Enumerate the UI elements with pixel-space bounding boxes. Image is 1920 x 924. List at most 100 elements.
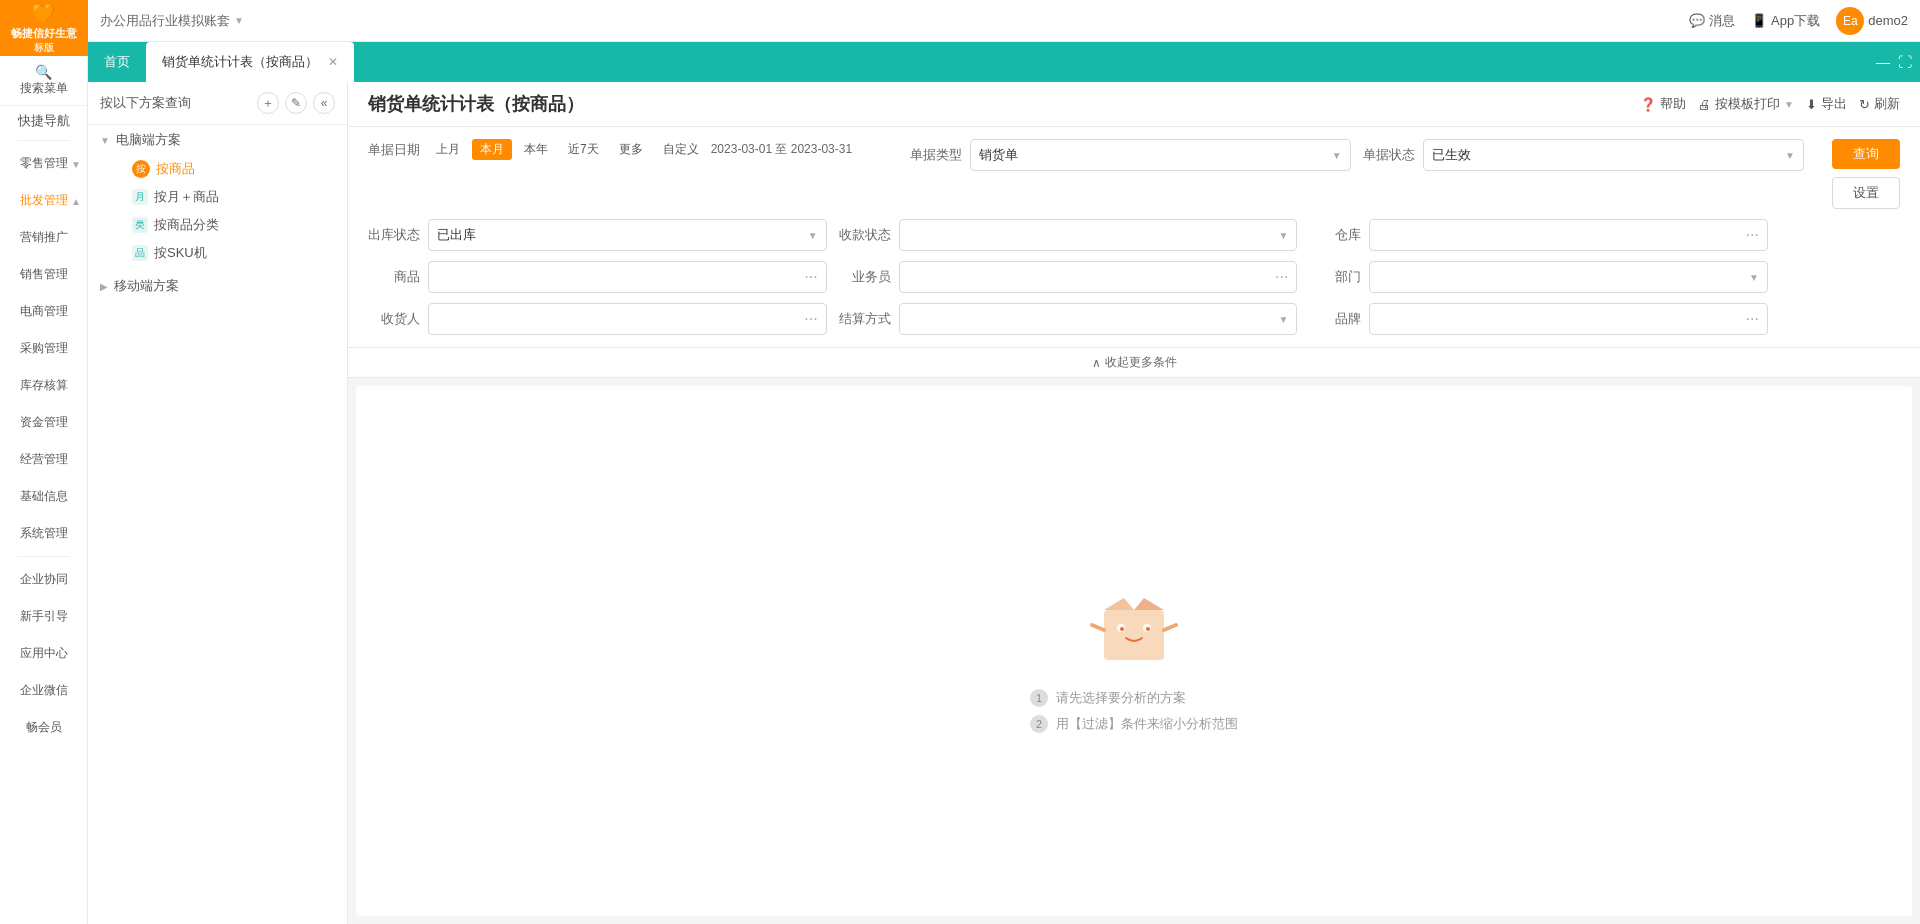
marketing-label: 营销推广 bbox=[0, 229, 87, 246]
product-label: 商品 bbox=[368, 268, 420, 286]
tab-sales-label: 销货单统计计表（按商品） bbox=[162, 53, 318, 71]
industry-selector[interactable]: 办公用品行业模拟账套 ▼ bbox=[100, 12, 244, 30]
collapse-panel-btn[interactable]: « bbox=[313, 92, 335, 114]
ecommerce-label: 电商管理 bbox=[0, 303, 87, 320]
month-scheme-icon: 月 bbox=[132, 189, 148, 205]
expand-icon: ▼ bbox=[100, 135, 110, 146]
collapse-up-icon: ∧ bbox=[1092, 356, 1101, 370]
svg-rect-0 bbox=[1104, 610, 1164, 660]
edit-scheme-btn[interactable]: ✎ bbox=[285, 92, 307, 114]
sidebar-item-sales[interactable]: 销售管理 bbox=[0, 256, 87, 293]
dept-control[interactable]: ▼ bbox=[1369, 261, 1768, 293]
tree-item-by-product[interactable]: 按 按商品 bbox=[104, 155, 347, 183]
mobile-expand-icon: ▶ bbox=[100, 281, 108, 292]
user-profile[interactable]: Ea demo2 bbox=[1836, 7, 1908, 35]
date-tab-7days[interactable]: 近7天 bbox=[560, 139, 607, 160]
tab-minimize-icon[interactable]: — bbox=[1876, 54, 1890, 70]
topbar-right: 💬 消息 📱 App下载 Ea demo2 bbox=[1689, 7, 1908, 35]
download-app-btn[interactable]: 📱 App下载 bbox=[1751, 12, 1820, 30]
sidebar-item-wechat[interactable]: 企业微信 bbox=[0, 672, 87, 709]
date-tab-this-year[interactable]: 本年 bbox=[516, 139, 556, 160]
by-category-label: 按商品分类 bbox=[154, 216, 219, 234]
svg-line-5 bbox=[1092, 625, 1104, 630]
settings-btn[interactable]: 设置 bbox=[1832, 177, 1900, 209]
sidebar-item-guide[interactable]: 新手引导 bbox=[0, 598, 87, 635]
tab-sales-stats[interactable]: 销货单统计计表（按商品） ✕ bbox=[146, 42, 354, 82]
enterprise-label: 企业协同 bbox=[0, 571, 87, 588]
tab-home-label: 首页 bbox=[104, 53, 130, 71]
date-tab-last-month[interactable]: 上月 bbox=[428, 139, 468, 160]
sidebar-item-purchase[interactable]: 采购管理 bbox=[0, 330, 87, 367]
staff-control[interactable]: ··· bbox=[899, 261, 1298, 293]
settle-arrow: ▼ bbox=[1278, 314, 1288, 325]
tab-close-icon[interactable]: ✕ bbox=[328, 55, 338, 69]
logo-sub: 标版 bbox=[34, 41, 54, 55]
tree-mobile-section[interactable]: ▶ 移动端方案 bbox=[88, 271, 347, 301]
sidebar-item-apps[interactable]: 应用中心 bbox=[0, 635, 87, 672]
sidebar-item-basic[interactable]: 基础信息 bbox=[0, 478, 87, 515]
storage-dots: ··· bbox=[1746, 226, 1759, 244]
filter-area: 单据日期 上月 本月 本年 近7天 更多 自定义 2023-03-01 至 20… bbox=[348, 127, 1920, 348]
brand-control[interactable]: ··· bbox=[1369, 303, 1768, 335]
messages-label: 消息 bbox=[1709, 12, 1735, 30]
collapse-bar[interactable]: ∧ 收起更多条件 bbox=[348, 348, 1920, 378]
search-label: 搜索菜单 bbox=[0, 80, 87, 97]
product-control[interactable]: ··· bbox=[428, 261, 827, 293]
doc-status-control[interactable]: 已生效 ▼ bbox=[1423, 139, 1804, 171]
payment-control[interactable]: ▼ bbox=[899, 219, 1298, 251]
sidebar-item-stock[interactable]: 库存核算 bbox=[0, 367, 87, 404]
divider1 bbox=[17, 140, 69, 141]
staff-dots: ··· bbox=[1275, 268, 1288, 286]
username: demo2 bbox=[1868, 13, 1908, 28]
settle-control[interactable]: ▼ bbox=[899, 303, 1298, 335]
sidebar-item-enterprise[interactable]: 企业协同 bbox=[0, 561, 87, 598]
sidebar-item-quick-nav[interactable]: 快捷导航 bbox=[6, 106, 82, 136]
help-icon: ❓ bbox=[1640, 97, 1656, 112]
date-tab-this-month[interactable]: 本月 bbox=[472, 139, 512, 160]
storage-control[interactable]: ··· bbox=[1369, 219, 1768, 251]
tree-item-by-month-product[interactable]: 月 按月＋商品 bbox=[104, 183, 347, 211]
tree-item-by-sku[interactable]: 品 按SKU机 bbox=[104, 239, 347, 267]
date-tab-custom[interactable]: 自定义 bbox=[655, 139, 707, 160]
sidebar-item-ecommerce[interactable]: 电商管理 bbox=[0, 293, 87, 330]
export-btn[interactable]: ⬇ 导出 bbox=[1806, 95, 1847, 113]
sidebar-item-retail[interactable]: 零售管理 ▼ bbox=[0, 145, 87, 182]
add-scheme-btn[interactable]: ＋ bbox=[257, 92, 279, 114]
receiver-control[interactable]: ··· bbox=[428, 303, 827, 335]
help-btn[interactable]: ❓ 帮助 bbox=[1640, 95, 1686, 113]
sidebar-item-member[interactable]: 畅会员 bbox=[0, 709, 87, 746]
stock-label: 库存核算 bbox=[0, 377, 87, 394]
date-tab-more[interactable]: 更多 bbox=[611, 139, 651, 160]
search-menu[interactable]: 🔍 搜索菜单 bbox=[0, 56, 87, 106]
receiver-dots: ··· bbox=[804, 310, 817, 328]
warehouse-value: 已出库 bbox=[437, 226, 808, 244]
doc-type-value: 销货单 bbox=[979, 146, 1332, 164]
tree-item-by-category[interactable]: 类 按商品分类 bbox=[104, 211, 347, 239]
page-header-top: 销货单统计计表（按商品） ❓ 帮助 🖨 按模板打印 ▼ ⬇ bbox=[368, 92, 1900, 116]
sku-scheme-icon: 品 bbox=[132, 245, 148, 261]
sidebar-item-system[interactable]: 系统管理 bbox=[0, 515, 87, 552]
messages-btn[interactable]: 💬 消息 bbox=[1689, 12, 1735, 30]
page-header-actions: ❓ 帮助 🖨 按模板打印 ▼ ⬇ 导出 ↻ bbox=[1640, 95, 1900, 113]
doc-type-label: 单据类型 bbox=[910, 146, 962, 164]
tree-pc-section[interactable]: ▼ 电脑端方案 bbox=[88, 125, 347, 155]
refresh-btn[interactable]: ↻ 刷新 bbox=[1859, 95, 1900, 113]
avatar: Ea bbox=[1836, 7, 1864, 35]
warehouse-control[interactable]: 已出库 ▼ bbox=[428, 219, 827, 251]
logo-icon: 🧡 bbox=[31, 1, 56, 25]
tab-home[interactable]: 首页 bbox=[88, 42, 146, 82]
sidebar-item-finance[interactable]: 资金管理 bbox=[0, 404, 87, 441]
page-header: 销货单统计计表（按商品） ❓ 帮助 🖨 按模板打印 ▼ ⬇ bbox=[348, 82, 1920, 127]
doc-type-control[interactable]: 销货单 ▼ bbox=[970, 139, 1351, 171]
sidebar-item-operations[interactable]: 经营管理 bbox=[0, 441, 87, 478]
main-area: 办公用品行业模拟账套 ▼ 💬 消息 📱 App下载 Ea demo2 首页 销货… bbox=[88, 0, 1920, 924]
print-btn[interactable]: 🖨 按模板打印 ▼ bbox=[1698, 95, 1794, 113]
query-btn[interactable]: 查询 bbox=[1832, 139, 1900, 169]
sidebar-item-marketing[interactable]: 营销推广 bbox=[0, 219, 87, 256]
sidebar-item-wholesale[interactable]: 批发管理 ▲ bbox=[0, 182, 87, 219]
content-area: 按以下方案查询 ＋ ✎ « ▼ 电脑端方案 按 按商品 月 按月＋ bbox=[88, 82, 1920, 924]
tab-expand-icon[interactable]: ⛶ bbox=[1898, 54, 1912, 70]
product-dots: ··· bbox=[804, 268, 817, 286]
wholesale-arrow: ▲ bbox=[71, 195, 81, 206]
payment-arrow: ▼ bbox=[1278, 230, 1288, 241]
